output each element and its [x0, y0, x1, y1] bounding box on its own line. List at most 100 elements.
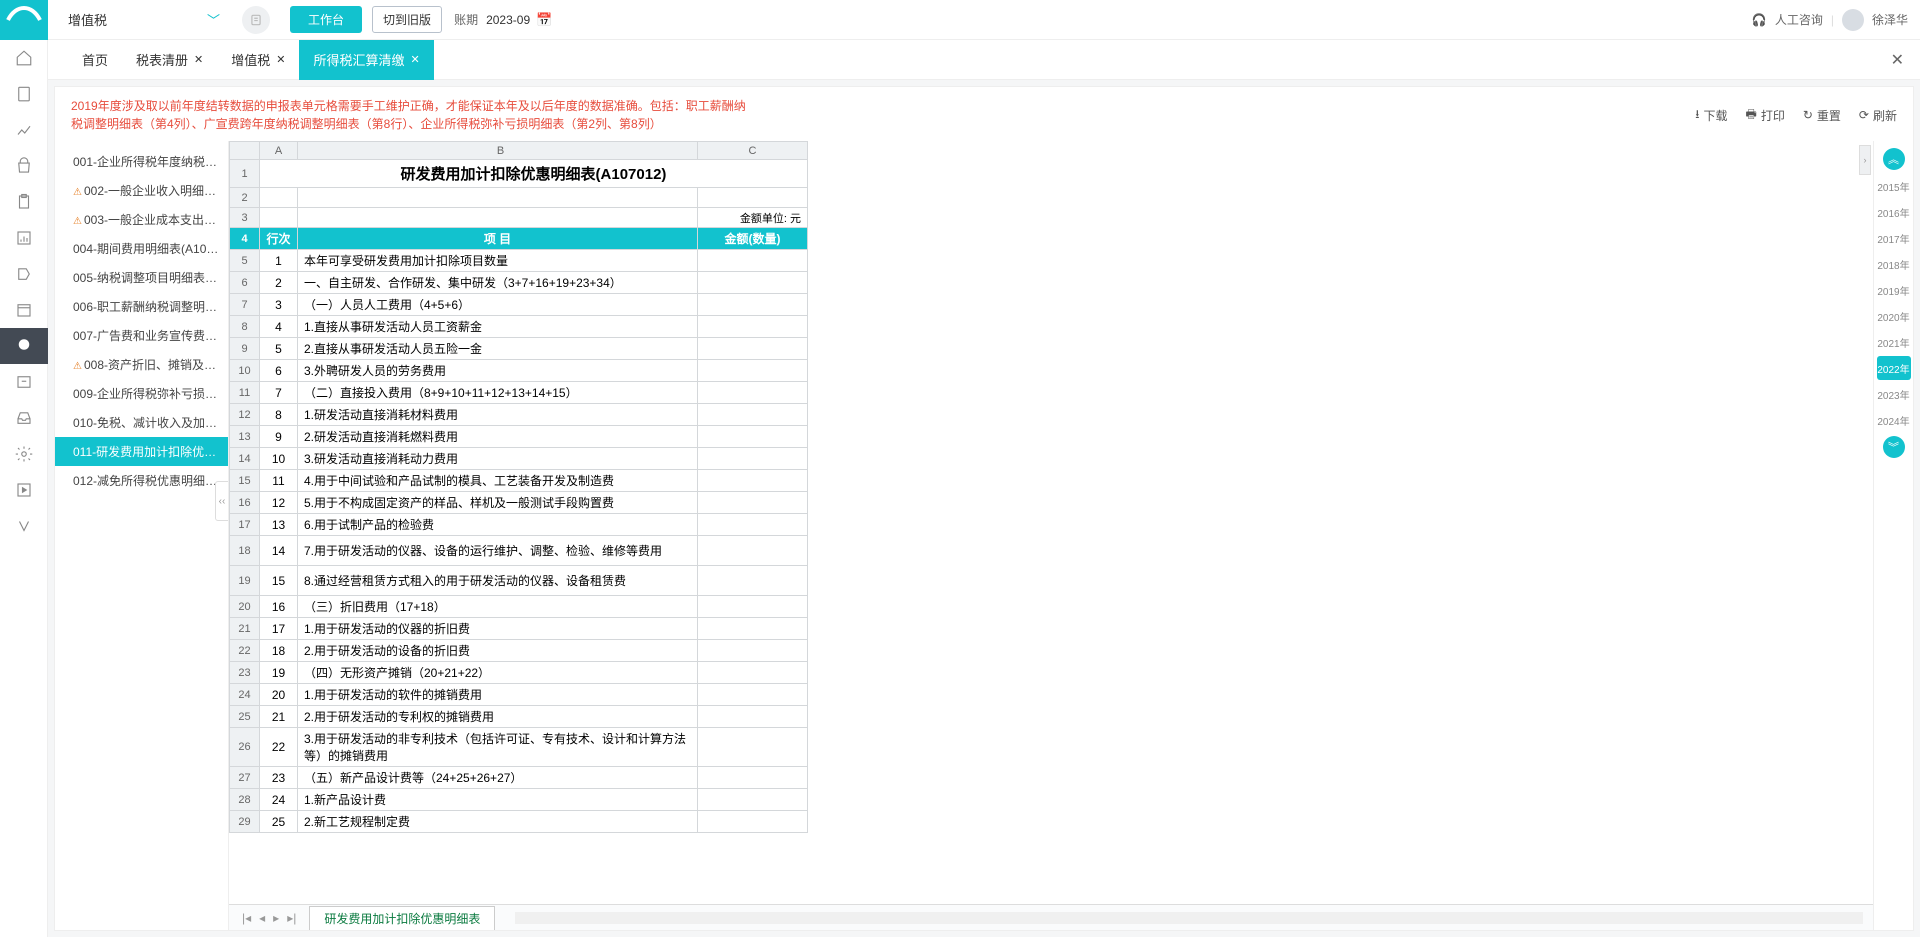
row-header-2[interactable]: 2 [230, 188, 260, 208]
year-2017年[interactable]: 2017年 [1877, 226, 1911, 250]
sheet-tab[interactable]: 研发费用加计扣除优惠明细表 [309, 906, 495, 930]
cell[interactable]: 5.用于不构成固定资产的样品、样机及一般测试手段购置费 [298, 492, 698, 514]
list-item-10[interactable]: 011-研发费用加计扣除优惠... [55, 437, 228, 466]
cell[interactable]: 9 [260, 426, 298, 448]
cell[interactable]: 18 [260, 640, 298, 662]
cell[interactable]: 15 [260, 566, 298, 596]
cell[interactable] [698, 728, 808, 767]
row-header-28[interactable]: 28 [230, 789, 260, 811]
download-button[interactable]: ⭳ 下载 [1695, 97, 1727, 133]
sheet-nav-next[interactable]: ▸ [270, 911, 282, 925]
cell[interactable]: 1.用于研发活动的软件的摊销费用 [298, 684, 698, 706]
sheet-nav-first[interactable]: |◂ [239, 911, 254, 925]
cell[interactable]: 23 [260, 767, 298, 789]
refresh-button[interactable]: ⟳ 刷新 [1859, 97, 1897, 133]
list-item-11[interactable]: 012-减免所得税优惠明细表(... [55, 466, 228, 495]
cell[interactable]: 2.直接从事研发活动人员五险一金 [298, 338, 698, 360]
nav-inbox-icon[interactable] [0, 400, 48, 436]
expand-handle[interactable]: › [1859, 145, 1871, 175]
switch-old-button[interactable]: 切到旧版 [372, 6, 442, 33]
nav-settings-icon[interactable] [0, 436, 48, 472]
cell[interactable]: 25 [260, 811, 298, 833]
year-up-button[interactable]: ︽ [1883, 148, 1905, 170]
tab-close-1[interactable]: ✕ [194, 53, 203, 66]
cell[interactable] [698, 514, 808, 536]
cell[interactable]: 22 [260, 728, 298, 767]
row-header-3[interactable]: 3 [230, 208, 260, 228]
cell[interactable]: 5 [260, 338, 298, 360]
cell[interactable] [698, 250, 808, 272]
cell[interactable]: 7 [260, 382, 298, 404]
year-down-button[interactable]: ︾ [1883, 436, 1905, 458]
cell[interactable] [698, 338, 808, 360]
cell[interactable]: （一）人员人工费用（4+5+6） [298, 294, 698, 316]
nav-archive-icon[interactable] [0, 364, 48, 400]
list-item-1[interactable]: ⚠002-一般企业收入明细表(A... [55, 176, 228, 205]
cell[interactable]: 16 [260, 596, 298, 618]
cell[interactable]: 3.外聘研发人员的劳务费用 [298, 360, 698, 382]
calendar-icon[interactable]: 📅 [536, 12, 552, 28]
cell[interactable]: 2.新工艺规程制定费 [298, 811, 698, 833]
cell[interactable] [698, 706, 808, 728]
cell[interactable]: 14 [260, 536, 298, 566]
cell[interactable] [698, 272, 808, 294]
cell[interactable]: 3 [260, 294, 298, 316]
nav-v-icon[interactable] [0, 508, 48, 544]
cell[interactable] [698, 596, 808, 618]
row-header-7[interactable]: 7 [230, 294, 260, 316]
list-item-6[interactable]: 007-广告费和业务宣传费跨... [55, 321, 228, 350]
print-button[interactable]: 🖶 打印 [1746, 97, 1785, 133]
cell[interactable] [698, 536, 808, 566]
col-header-a[interactable]: A [260, 142, 298, 160]
cell[interactable]: 2 [260, 272, 298, 294]
row-header-8[interactable]: 8 [230, 316, 260, 338]
close-all-tabs[interactable]: ✕ [1891, 50, 1904, 70]
tax-type-dropdown[interactable]: 增值税 ﹀ [60, 10, 228, 29]
nav-bag-icon[interactable] [0, 148, 48, 184]
cell[interactable]: 1.用于研发活动的仪器的折旧费 [298, 618, 698, 640]
row-header-13[interactable]: 13 [230, 426, 260, 448]
cell[interactable] [698, 789, 808, 811]
col-header-c[interactable]: C [698, 142, 808, 160]
row-header-25[interactable]: 25 [230, 706, 260, 728]
nav-active-icon[interactable] [0, 328, 48, 364]
cell[interactable]: 19 [260, 662, 298, 684]
row-header-12[interactable]: 12 [230, 404, 260, 426]
cell[interactable]: 6 [260, 360, 298, 382]
circle-button[interactable] [242, 6, 270, 34]
row-header-18[interactable]: 18 [230, 536, 260, 566]
sheet-nav-prev[interactable]: ◂ [256, 911, 268, 925]
cell[interactable]: 3.用于研发活动的非专利技术（包括许可证、专有技术、设计和计算方法等）的摊销费用 [298, 728, 698, 767]
tab-0[interactable]: 首页 [68, 40, 122, 80]
spreadsheet[interactable]: A B C 1研发费用加计扣除优惠明细表(A107012)23金额单位: 元4行… [229, 141, 1873, 904]
row-header-5[interactable]: 5 [230, 250, 260, 272]
tab-2[interactable]: 增值税✕ [217, 40, 299, 80]
cell[interactable] [698, 316, 808, 338]
sheet-nav-last[interactable]: ▸| [284, 911, 299, 925]
row-header-9[interactable]: 9 [230, 338, 260, 360]
cell[interactable] [298, 188, 698, 208]
consult-link[interactable]: 人工咨询 [1775, 11, 1823, 28]
nav-clipboard-icon[interactable] [0, 184, 48, 220]
cell[interactable]: 金额单位: 元 [698, 208, 808, 228]
cell[interactable] [698, 640, 808, 662]
year-2024年[interactable]: 2024年 [1877, 408, 1911, 432]
row-header-20[interactable]: 20 [230, 596, 260, 618]
cell[interactable]: （四）无形资产摊销（20+21+22） [298, 662, 698, 684]
cell[interactable] [298, 208, 698, 228]
tab-3[interactable]: 所得税汇算清缴✕ [299, 40, 433, 80]
cell[interactable]: 17 [260, 618, 298, 640]
nav-calendar-icon[interactable] [0, 292, 48, 328]
nav-report-icon[interactable] [0, 220, 48, 256]
row-header-15[interactable]: 15 [230, 470, 260, 492]
row-header-21[interactable]: 21 [230, 618, 260, 640]
cell[interactable]: 10 [260, 448, 298, 470]
cell[interactable]: （二）直接投入费用（8+9+10+11+12+13+14+15） [298, 382, 698, 404]
year-2022年[interactable]: 2022年 [1877, 356, 1911, 380]
cell[interactable] [698, 404, 808, 426]
workbench-button[interactable]: 工作台 [290, 6, 362, 33]
list-item-4[interactable]: 005-纳税调整项目明细表(A1... [55, 263, 228, 292]
cell[interactable]: （三）折旧费用（17+18） [298, 596, 698, 618]
list-item-0[interactable]: 001-企业所得税年度纳税申... [55, 147, 228, 176]
row-header-4[interactable]: 4 [230, 228, 260, 250]
